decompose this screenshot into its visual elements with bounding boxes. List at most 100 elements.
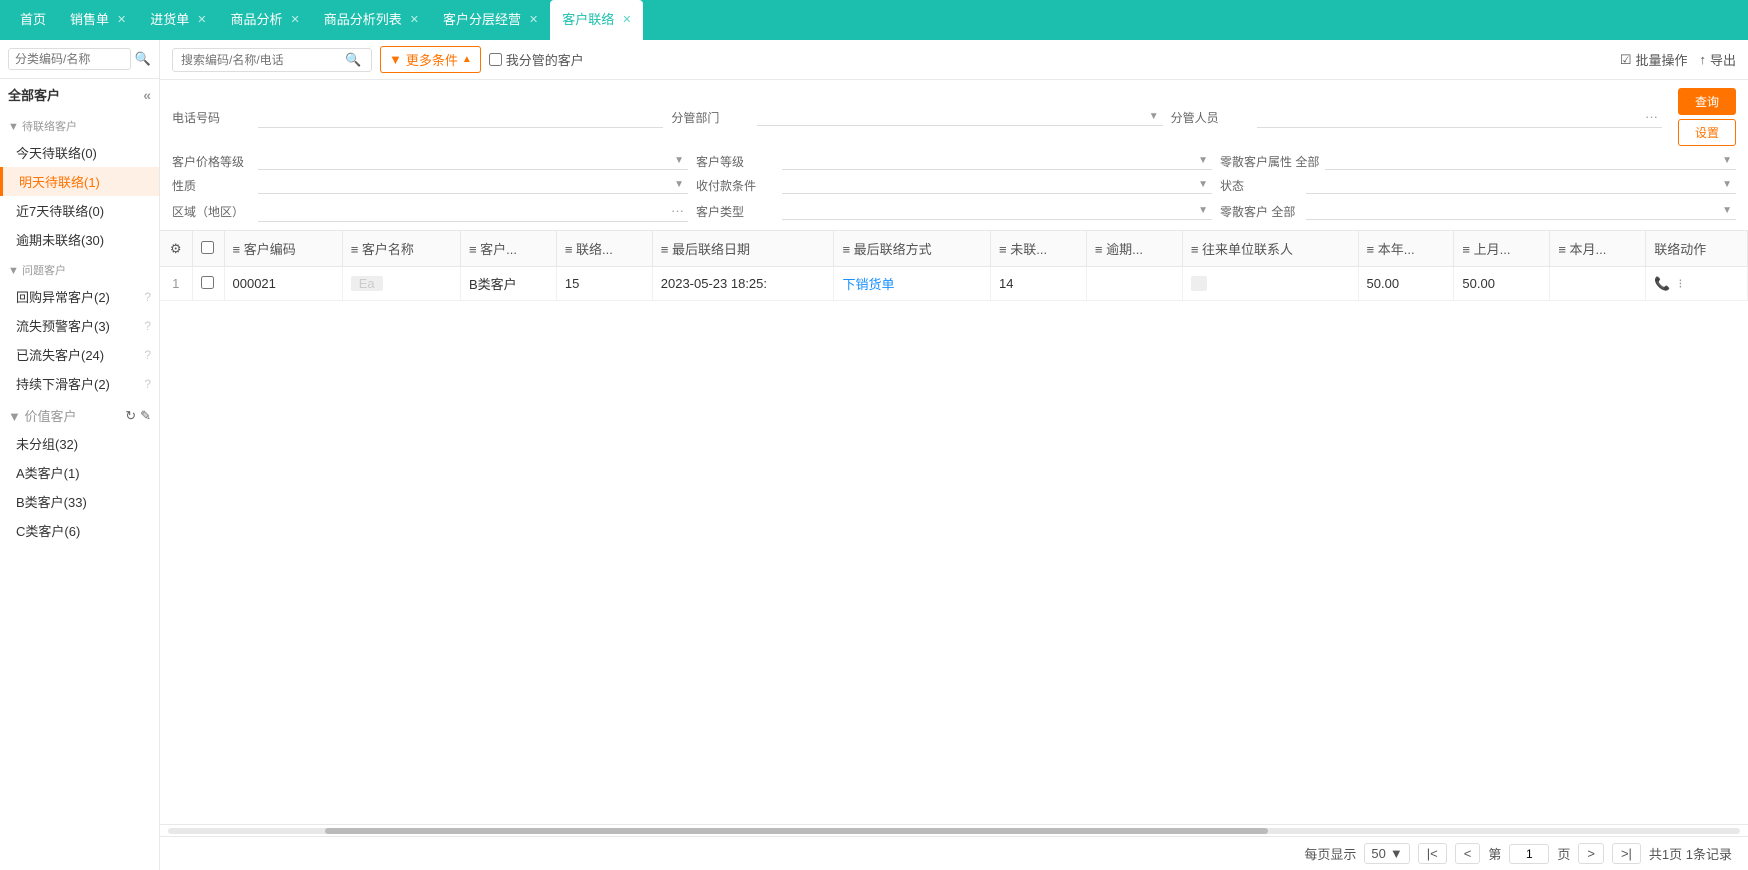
edit-icon[interactable]: ✎ — [140, 408, 151, 424]
td-category: B类客户 — [460, 267, 556, 301]
sidebar-collapse-icon[interactable]: « — [143, 87, 151, 103]
th-last-month[interactable]: ≡ 上月... — [1454, 231, 1550, 267]
nav-item-purchase[interactable]: 进货单 ✕ — [138, 0, 218, 40]
th-code[interactable]: ≡ 客户编码 — [224, 231, 342, 267]
sidebar-item-churned[interactable]: 已流失客户(24) ? — [0, 340, 159, 369]
nav-item-product-analysis-list[interactable]: 商品分析列表 ✕ — [312, 0, 431, 40]
grid-icon[interactable]: ⁝ — [1678, 276, 1682, 292]
th-last-contact-date[interactable]: ≡ 最后联络日期 — [652, 231, 834, 267]
scrollbar-thumb — [325, 828, 1268, 834]
my-customers-checkbox[interactable] — [489, 53, 502, 66]
th-contact-person[interactable]: ≡ 往来单位联系人 — [1182, 231, 1358, 267]
page-last-btn[interactable]: >| — [1612, 843, 1641, 864]
my-customers-label: 我分管的客户 — [506, 50, 584, 69]
th-name[interactable]: ≡ 客户名称 — [342, 231, 460, 267]
nav-label-purchase: 进货单 — [150, 0, 189, 40]
nav-close-product-analysis[interactable]: ✕ — [291, 0, 300, 40]
filter-select-payment[interactable]: ▼ — [782, 176, 1212, 194]
td-checkbox[interactable] — [192, 267, 224, 301]
th-this-month[interactable]: ≡ 本月... — [1550, 231, 1646, 267]
nav-item-customer-contact[interactable]: 客户联络 ✕ — [550, 0, 643, 40]
th-this-year[interactable]: ≡ 本年... — [1358, 231, 1454, 267]
sidebar-all-customers[interactable]: 全部客户 « — [0, 79, 159, 110]
more-filter-btn[interactable]: ▼ 更多条件 ▲ — [380, 46, 481, 73]
th-checkbox[interactable] — [192, 231, 224, 267]
row-checkbox[interactable] — [201, 276, 214, 289]
search-input[interactable] — [181, 53, 341, 67]
filter-select-price-level[interactable]: ▼ — [258, 152, 688, 170]
contact-person-masked — [1191, 276, 1207, 291]
sidebar-item-class-a[interactable]: A类客户(1) — [0, 458, 159, 487]
filter-row-2: 客户价格等级 ▼ 客户等级 ▼ 零散客户属性 全部 ▼ — [172, 152, 1736, 170]
th-category[interactable]: ≡ 客户... — [460, 231, 556, 267]
filter-select-retail-customer[interactable]: ▼ — [1306, 202, 1736, 220]
sidebar-item-class-c[interactable]: C类客户(6) — [0, 516, 159, 545]
sidebar-item-tomorrow[interactable]: 明天待联络(1) — [0, 167, 159, 196]
page-size-select[interactable]: 50 ▼ — [1364, 843, 1409, 864]
nav-item-product-analysis[interactable]: 商品分析 ✕ — [218, 0, 311, 40]
filter-field-dept: 分管部门 ▼ — [671, 108, 1162, 126]
page-input[interactable] — [1509, 844, 1549, 864]
td-last-contact-method[interactable]: 下销货单 — [834, 267, 991, 301]
more-icon-manager[interactable]: ··· — [1645, 109, 1658, 124]
sidebar-search-input[interactable] — [8, 48, 131, 70]
filter-input-phone[interactable] — [258, 107, 663, 128]
nav-close-product-analysis-list[interactable]: ✕ — [410, 0, 419, 40]
nav-close-purchase[interactable]: ✕ — [197, 0, 206, 40]
nav-item-home[interactable]: 首页 — [8, 0, 58, 40]
filter-label-phone: 电话号码 — [172, 109, 252, 126]
query-btn[interactable]: 查询 — [1678, 88, 1736, 115]
sidebar-item-class-b[interactable]: B类客户(33) — [0, 487, 159, 516]
nav-close-customer-contact[interactable]: ✕ — [622, 0, 631, 40]
td-this-year: 50.00 — [1358, 267, 1454, 301]
sidebar-item-churn-warning[interactable]: 流失预警客户(3) ? — [0, 311, 159, 340]
sidebar-item-7days[interactable]: 近7天待联络(0) — [0, 196, 159, 225]
filter-select-dept[interactable]: ▼ — [757, 108, 1162, 126]
horizontal-scrollbar[interactable] — [160, 824, 1748, 836]
th-contact-count[interactable]: ≡ 联络... — [556, 231, 652, 267]
filter-select-customer-level[interactable]: ▼ — [782, 152, 1212, 170]
filter-select-customer-type[interactable]: ▼ — [782, 202, 1212, 220]
nav-close-customer-tier[interactable]: ✕ — [529, 0, 538, 40]
filter-select-status[interactable]: ▼ — [1306, 176, 1736, 194]
nav-item-sales[interactable]: 销售单 ✕ — [58, 0, 138, 40]
select-all-checkbox[interactable] — [201, 241, 214, 254]
th-last-contact-method[interactable]: ≡ 最后联络方式 — [834, 231, 991, 267]
filter-row-3: 性质 ▼ 收付款条件 ▼ 状态 ▼ — [172, 176, 1736, 194]
sidebar-item-today[interactable]: 今天待联络(0) — [0, 138, 159, 167]
sidebar-item-declining[interactable]: 持续下滑客户(2) ? — [0, 369, 159, 398]
th-uncontacted[interactable]: ≡ 未联... — [991, 231, 1087, 267]
page-first-btn[interactable]: |< — [1418, 843, 1447, 864]
filter-select-retail-attr[interactable]: ▼ — [1325, 152, 1736, 170]
filter-field-manager: 分管人员 ··· — [1171, 106, 1662, 128]
filter-select-nature[interactable]: ▼ — [258, 176, 688, 194]
th-overdue[interactable]: ≡ 逾期... — [1086, 231, 1182, 267]
th-action: 联络动作 — [1646, 231, 1748, 267]
sidebar-item-repurchase-anomaly[interactable]: 回购异常客户(2) ? — [0, 282, 159, 311]
search-icon[interactable]: 🔍 — [345, 52, 361, 68]
main-layout: 🔍 全部客户 « ▼ 待联络客户 今天待联络(0) 明天待联络(1) 近7天待联… — [0, 40, 1748, 870]
refresh-icon[interactable]: ↻ — [125, 408, 136, 424]
chevron-down-icon-retail: ▼ — [1722, 155, 1732, 166]
content-area: 🔍 ▼ 更多条件 ▲ 我分管的客户 ☑ 批量操作 ↑ 导出 — [160, 40, 1748, 870]
call-icon[interactable]: 📞 — [1654, 276, 1670, 292]
td-name[interactable]: Ea — [342, 267, 460, 301]
sidebar-item-overdue[interactable]: 逾期未联络(30) — [0, 225, 159, 254]
my-customers-checkbox-label[interactable]: 我分管的客户 — [489, 50, 584, 69]
export-btn[interactable]: ↑ 导出 — [1699, 50, 1736, 69]
nav-close-sales[interactable]: ✕ — [117, 0, 126, 40]
sidebar-item-ungrouped[interactable]: 未分组(32) — [0, 429, 159, 458]
filter-panel: 电话号码 分管部门 ▼ 分管人员 ··· 查询 设置 — [160, 80, 1748, 231]
last-contact-link[interactable]: 下销货单 — [842, 277, 894, 292]
more-icon-region[interactable]: ··· — [671, 203, 684, 218]
nav-item-customer-tier[interactable]: 客户分层经营 ✕ — [431, 0, 550, 40]
filter-select-region[interactable]: ··· — [258, 200, 688, 222]
sidebar-search-icon[interactable]: 🔍 — [135, 51, 151, 67]
page-prev-btn[interactable]: < — [1455, 843, 1481, 864]
config-btn[interactable]: 设置 — [1678, 119, 1736, 146]
filter-select-manager[interactable]: ··· — [1257, 106, 1662, 128]
batch-action-btn[interactable]: ☑ 批量操作 — [1620, 50, 1688, 69]
page-next-btn[interactable]: > — [1578, 843, 1604, 864]
td-contact-count: 15 — [556, 267, 652, 301]
th-settings[interactable]: ⚙ — [160, 231, 192, 267]
